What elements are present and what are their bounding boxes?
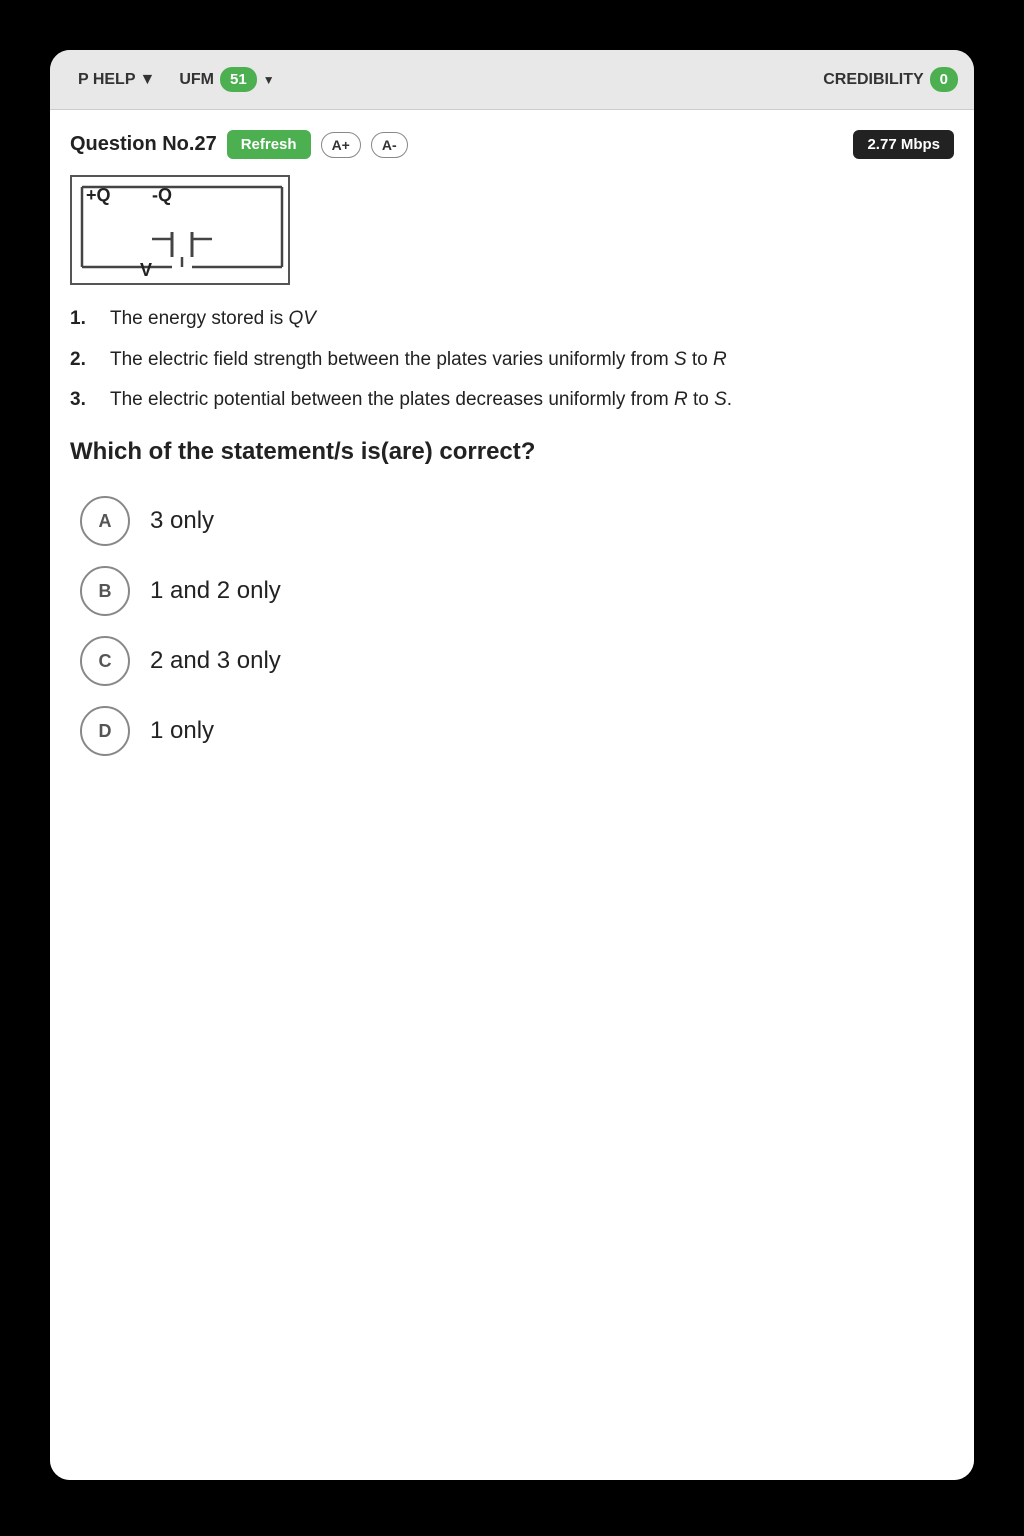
option-c-text: 2 and 3 only [150, 647, 281, 675]
option-d-text: 1 only [150, 717, 214, 745]
speed-badge: 2.77 Mbps [853, 130, 954, 159]
top-bar: P HELP ▼ UFM 51 ▼ CREDIBILITY 0 [50, 50, 974, 110]
question-number: Question No.27 [70, 133, 217, 156]
statement-1-text: The energy stored is QV [110, 305, 954, 334]
option-b[interactable]: B 1 and 2 only [80, 566, 944, 616]
option-d[interactable]: D 1 only [80, 706, 944, 756]
options-list: A 3 only B 1 and 2 only C 2 and 3 only D… [70, 496, 954, 756]
statement-2-text: The electric field strength between the … [110, 346, 954, 375]
statements: 1. The energy stored is QV 2. The electr… [70, 305, 954, 415]
credibility-badge: 0 [930, 67, 958, 92]
option-c-circle: C [80, 636, 130, 686]
capacitor-v-label: V [140, 260, 152, 281]
help-dropdown-icon: ▼ [140, 71, 156, 89]
option-a-text: 3 only [150, 507, 214, 535]
question-header-left: Question No.27 Refresh A+ A- [70, 130, 408, 159]
option-b-text: 1 and 2 only [150, 577, 281, 605]
statement-3: 3. The electric potential between the pl… [70, 386, 954, 415]
ufm-badge: 51 [220, 67, 257, 92]
ufm-label: UFM [179, 71, 214, 89]
content-area: Question No.27 Refresh A+ A- 2.77 Mbps +… [50, 110, 974, 1480]
question-header: Question No.27 Refresh A+ A- 2.77 Mbps [70, 130, 954, 159]
main-question: Which of the statement/s is(are) correct… [70, 435, 954, 469]
option-a[interactable]: A 3 only [80, 496, 944, 546]
help-label: P HELP [78, 71, 136, 89]
refresh-button[interactable]: Refresh [227, 130, 311, 159]
statement-2: 2. The electric field strength between t… [70, 346, 954, 375]
statement-1-num: 1. [70, 305, 98, 334]
credibility-section: CREDIBILITY 0 [823, 67, 958, 92]
statement-3-text: The electric potential between the plate… [110, 386, 954, 415]
statement-1: 1. The energy stored is QV [70, 305, 954, 334]
statement-3-num: 3. [70, 386, 98, 415]
ufm-dropdown-icon[interactable]: ▼ [263, 73, 275, 87]
option-b-circle: B [80, 566, 130, 616]
credibility-label: CREDIBILITY [823, 71, 923, 89]
capacitor-svg [72, 177, 288, 283]
capacitor-diagram: +Q -Q V [70, 175, 290, 285]
option-c[interactable]: C 2 and 3 only [80, 636, 944, 686]
help-button[interactable]: P HELP ▼ [66, 65, 167, 95]
statement-2-num: 2. [70, 346, 98, 375]
option-d-circle: D [80, 706, 130, 756]
font-decrease-button[interactable]: A- [371, 132, 408, 158]
ufm-section: UFM 51 ▼ [179, 67, 274, 92]
option-a-circle: A [80, 496, 130, 546]
font-increase-button[interactable]: A+ [321, 132, 361, 158]
